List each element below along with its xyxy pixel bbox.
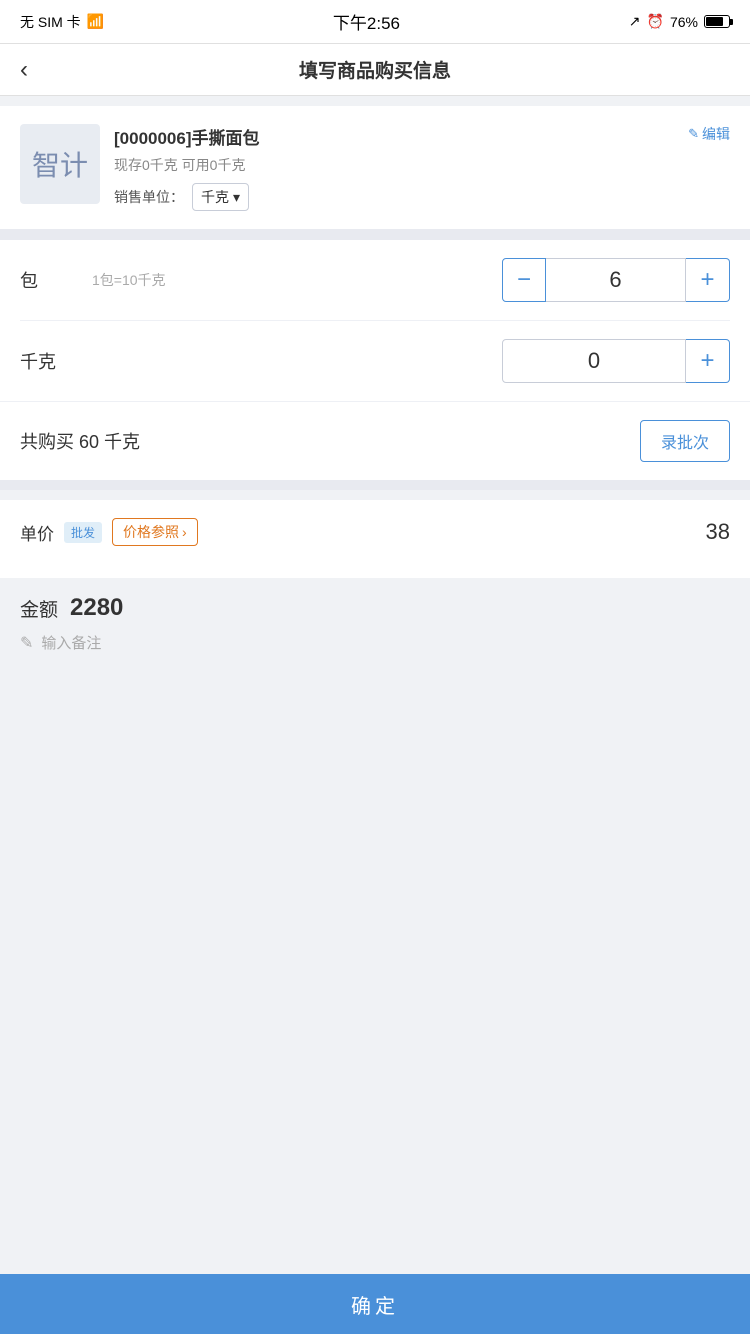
bao-plus-button[interactable]: +	[686, 258, 730, 302]
unit-label: 销售单位：	[114, 187, 184, 207]
status-left: 无 SIM 卡 📶	[20, 12, 104, 32]
location-icon: ↗	[629, 13, 641, 30]
amount-label: 金额	[20, 595, 58, 622]
empty-area	[0, 669, 750, 989]
alarm-icon: ⏰	[647, 13, 664, 30]
batch-button[interactable]: 录批次	[640, 420, 730, 462]
page-title: 填写商品购买信息	[56, 56, 694, 83]
price-ref-button[interactable]: 价格参照 ›	[112, 518, 198, 546]
bao-minus-button[interactable]: −	[502, 258, 546, 302]
price-section: 单价 批发 价格参照 › 38	[0, 500, 750, 578]
amount-value: 2280	[70, 594, 123, 622]
unit-dropdown-icon: ▾	[233, 189, 240, 206]
confirm-button[interactable]: 确定	[351, 1290, 399, 1319]
product-thumbnail: 智计	[20, 124, 100, 204]
summary-row: 共购买 60 千克 录批次	[0, 401, 750, 480]
input-section: 包 1包=10千克 − + 千克 +	[0, 240, 750, 401]
bao-input[interactable]	[546, 258, 686, 302]
kg-input-row: 千克 +	[20, 321, 730, 401]
status-right: ↗ ⏰ 76%	[629, 13, 730, 30]
product-unit-row: 销售单位： 千克 ▾	[114, 183, 674, 211]
edit-button[interactable]: ✎ 编辑	[688, 124, 730, 144]
battery-pct: 76%	[670, 14, 698, 30]
kg-controls: +	[502, 339, 730, 383]
remark-placeholder[interactable]: 输入备注	[41, 632, 101, 653]
amount-section: 金额 2280 ✎ 输入备注	[0, 578, 750, 669]
ref-arrow-icon: ›	[182, 524, 187, 540]
wifi-icon: 📶	[87, 13, 104, 30]
bao-controls: − +	[502, 258, 730, 302]
amount-row: 金额 2280	[20, 594, 730, 622]
bao-hint: 1包=10千克	[92, 270, 490, 290]
section-divider	[0, 230, 750, 240]
confirm-bar[interactable]: 确定	[0, 1274, 750, 1334]
product-card: 智计 [0000006]手撕面包 现存0千克 可用0千克 销售单位： 千克 ▾ …	[0, 106, 750, 230]
section-divider-2	[0, 480, 750, 490]
back-button[interactable]: ‹	[20, 56, 56, 84]
kg-label: 千克	[20, 348, 80, 374]
remark-pencil-icon: ✎	[20, 633, 33, 653]
bao-input-row: 包 1包=10千克 − +	[20, 240, 730, 321]
nav-bar: ‹ 填写商品购买信息	[0, 44, 750, 96]
product-stock: 现存0千克 可用0千克	[114, 155, 674, 175]
edit-icon: ✎	[688, 126, 699, 142]
price-row: 单价 批发 价格参照 › 38	[20, 518, 730, 546]
product-info: [0000006]手撕面包 现存0千克 可用0千克 销售单位： 千克 ▾	[114, 124, 674, 211]
sim-status: 无 SIM 卡	[20, 12, 81, 32]
bao-label: 包	[20, 267, 80, 293]
pifa-badge: 批发	[64, 522, 102, 543]
kg-plus-button[interactable]: +	[686, 339, 730, 383]
kg-input[interactable]	[502, 339, 686, 383]
purchase-summary: 共购买 60 千克	[20, 428, 140, 454]
price-label: 单价	[20, 520, 54, 545]
price-value: 38	[706, 519, 730, 545]
remark-row[interactable]: ✎ 输入备注	[20, 632, 730, 653]
battery-icon	[704, 15, 730, 28]
status-time: 下午2:56	[333, 9, 400, 34]
product-logo: 智计	[32, 144, 88, 184]
status-bar: 无 SIM 卡 📶 下午2:56 ↗ ⏰ 76%	[0, 0, 750, 44]
unit-select[interactable]: 千克 ▾	[192, 183, 249, 211]
product-name: [0000006]手撕面包	[114, 124, 674, 149]
